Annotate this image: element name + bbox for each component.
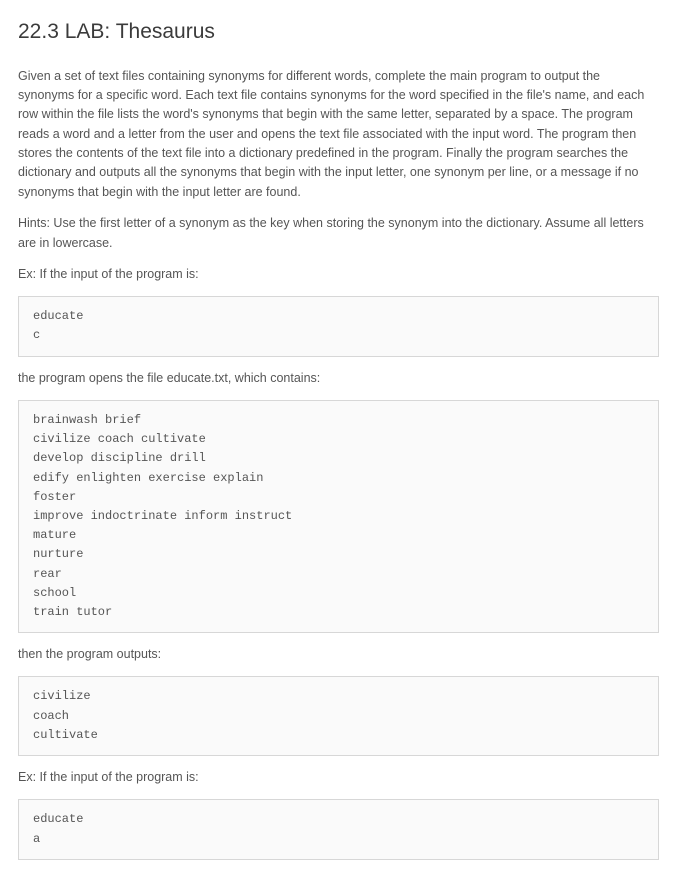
hints-paragraph: Hints: Use the first letter of a synonym… (18, 214, 659, 253)
file-contents-code: brainwash brief civilize coach cultivate… (18, 400, 659, 633)
example1-label: Ex: If the input of the program is: (18, 265, 659, 284)
input1-code: educate c (18, 296, 659, 356)
example2-label: Ex: If the input of the program is: (18, 768, 659, 787)
intro-paragraph: Given a set of text files containing syn… (18, 67, 659, 203)
page-title: 22.3 LAB: Thesaurus (18, 16, 659, 49)
then-outputs-text: then the program outputs: (18, 645, 659, 664)
opens-file-text: the program opens the file educate.txt, … (18, 369, 659, 388)
output1-code: civilize coach cultivate (18, 676, 659, 756)
input2-code: educate a (18, 799, 659, 859)
